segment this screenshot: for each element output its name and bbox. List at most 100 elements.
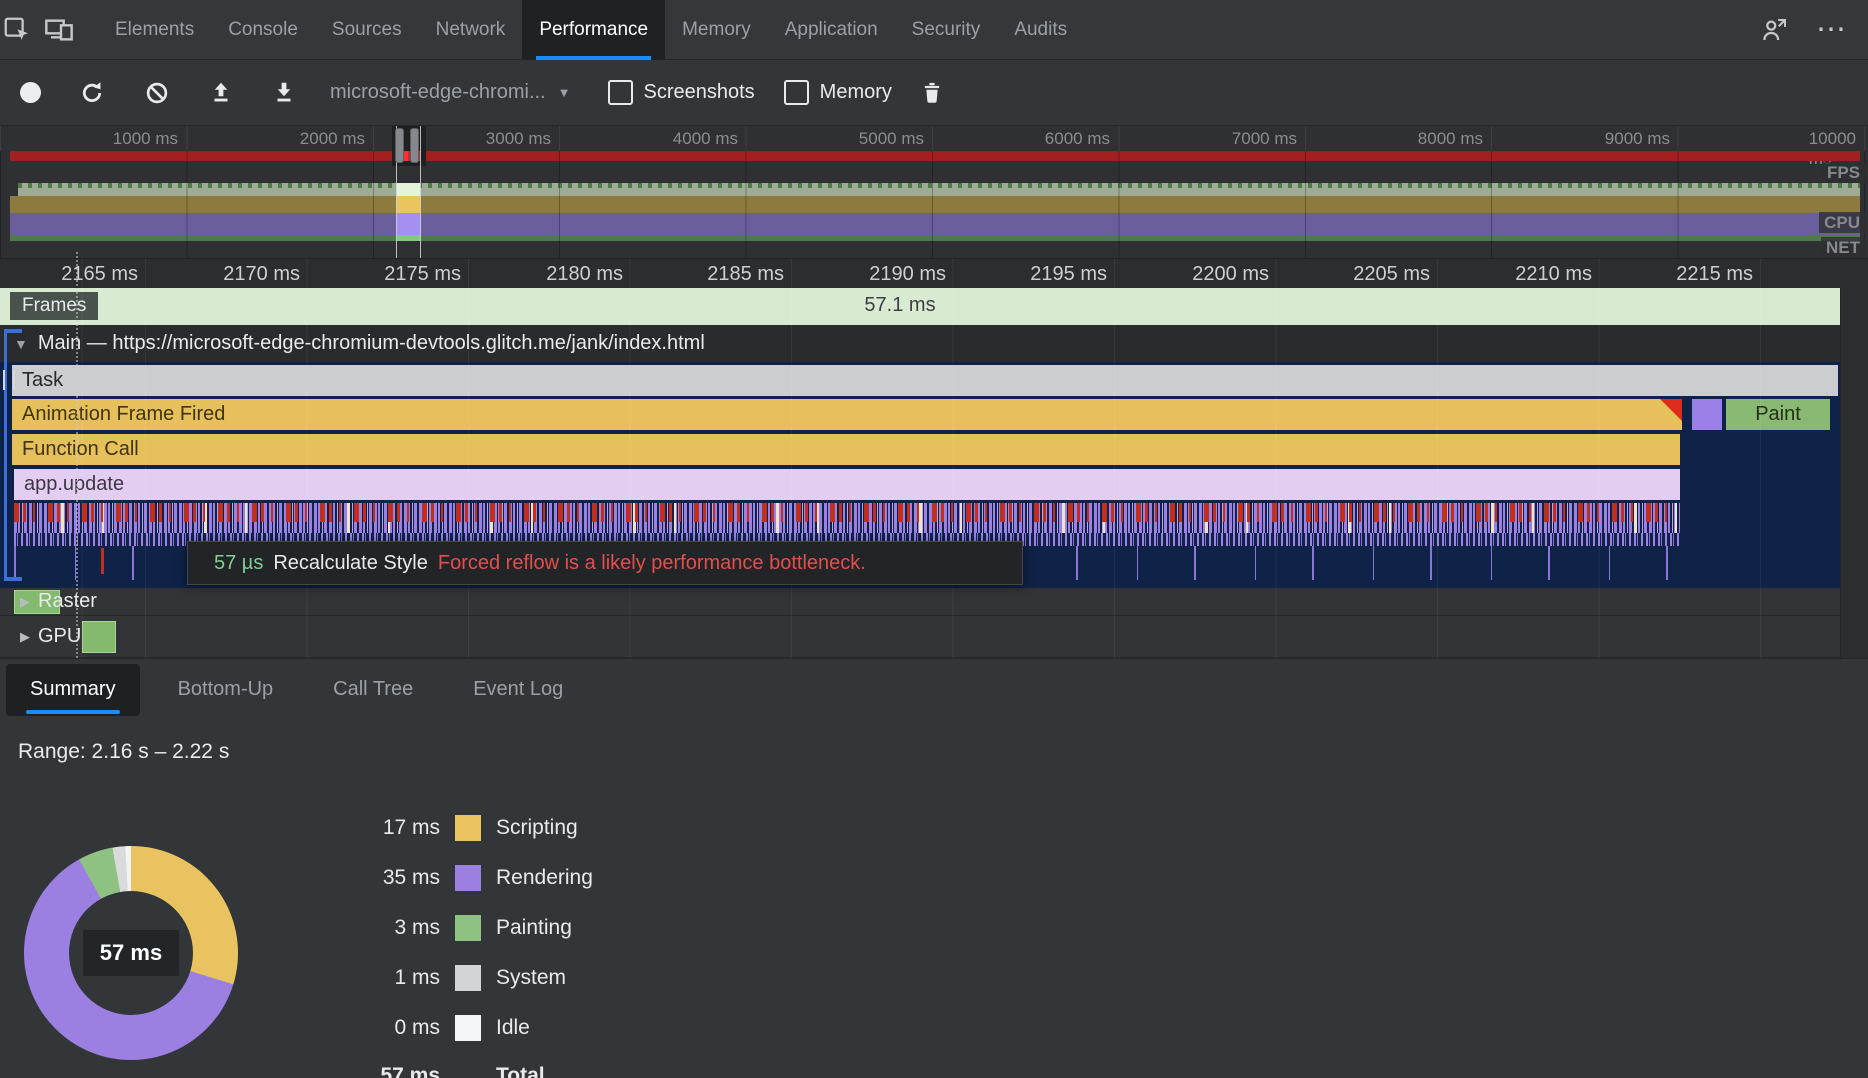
legend-row-rendering: 35 ms Rendering [370, 856, 593, 900]
tab-call-tree-label: Call Tree [333, 678, 413, 701]
load-profile-icon[interactable] [208, 80, 234, 106]
ruler-tick: 2205 ms [1353, 263, 1430, 286]
main-track-header[interactable]: ▼ Main — https://microsoft-edge-chromium… [0, 325, 1840, 362]
event-tooltip: 57 µs Recalculate Style Forced reflow is… [187, 541, 1023, 585]
frame-duration: 57.1 ms [820, 294, 980, 317]
tab-memory[interactable]: Memory [665, 0, 768, 60]
ruler-tick: 2175 ms [384, 263, 461, 286]
legend-row-total: 57 ms Total [370, 1054, 545, 1078]
reload-and-profile-icon[interactable] [78, 79, 106, 107]
overview-band-gridlines [0, 151, 1868, 258]
selection-left-handle[interactable] [395, 128, 404, 163]
overview-tick: 1000 ms [113, 129, 178, 149]
tab-network-label: Network [436, 19, 506, 41]
legend-value: 17 ms [370, 816, 440, 840]
tab-network[interactable]: Network [419, 0, 523, 60]
gpu-track-label: GPU [38, 625, 81, 648]
painting-swatch [455, 915, 481, 941]
profile-select[interactable]: microsoft-edge-chromi... ▼ [330, 81, 571, 104]
remote-devices-icon[interactable] [1760, 15, 1790, 45]
overview-tick: 7000 ms [1232, 129, 1297, 149]
track-grip-icon [3, 370, 15, 390]
memory-checkbox[interactable] [784, 80, 809, 105]
app-update-label: app.update [14, 473, 124, 496]
legend-label: Painting [496, 916, 572, 940]
selection-right-handle[interactable] [410, 128, 419, 163]
legend-value: 0 ms [370, 1016, 440, 1040]
paint-bar[interactable]: Paint [1726, 399, 1830, 430]
rendering-block[interactable] [1692, 399, 1722, 430]
ruler-tick: 2195 ms [1030, 263, 1107, 286]
memory-option: Memory [784, 80, 892, 105]
net-label: NET [1821, 237, 1865, 258]
tab-console[interactable]: Console [211, 0, 315, 60]
donut-total-chip: 57 ms [83, 930, 179, 976]
selection-right-edge[interactable] [420, 126, 421, 258]
collapse-triangle-icon[interactable]: ▼ [14, 336, 28, 352]
idle-swatch [455, 1015, 481, 1041]
device-toolbar-icon[interactable] [42, 0, 76, 60]
chevron-down-icon: ▼ [558, 85, 571, 100]
overview-tick: 5000 ms [859, 129, 924, 149]
recalc-red-pattern [14, 503, 1680, 522]
gpu-collapse-icon[interactable]: ▶ [20, 629, 30, 645]
summary-pane: Range: 2.16 s – 2.22 s 57 ms 17 ms Scrip… [0, 718, 1868, 1078]
tab-performance[interactable]: Performance [522, 0, 665, 60]
screenshots-checkbox[interactable] [608, 80, 633, 105]
clear-recording-icon[interactable] [143, 79, 171, 107]
tooltip-event-name: Recalculate Style [273, 552, 428, 575]
tab-elements-label: Elements [115, 19, 194, 41]
scrollbar-gutter[interactable] [1840, 288, 1868, 658]
selection-bracket-bottom [4, 577, 22, 581]
gpu-track[interactable]: ▶ GPU [0, 616, 1840, 658]
app-update-bar[interactable]: app.update [14, 469, 1680, 500]
raster-collapse-icon[interactable]: ▶ [20, 594, 30, 610]
legend-row-scripting: 17 ms Scripting [370, 806, 578, 850]
timeline-overview: 1000 ms 2000 ms 3000 ms 4000 ms 5000 ms … [0, 126, 1868, 258]
tab-audits-label: Audits [1014, 19, 1067, 41]
tab-bottom-up[interactable]: Bottom-Up [154, 664, 298, 716]
garbage-collect-icon[interactable] [919, 80, 945, 106]
rendering-swatch [455, 865, 481, 891]
tab-elements[interactable]: Elements [98, 0, 211, 60]
frames-track[interactable]: Frames 57.1 ms [0, 288, 1840, 325]
overflow-menu-icon[interactable]: ⋯ [1816, 15, 1846, 45]
paint-label: Paint [1755, 403, 1801, 426]
recalculate-style-events-row[interactable] [14, 503, 1680, 533]
tab-summary[interactable]: Summary [6, 664, 140, 716]
animation-frame-fired-bar[interactable]: Animation Frame Fired [12, 399, 1682, 430]
screenshots-label: Screenshots [644, 81, 755, 104]
legend-row-system: 1 ms System [370, 956, 566, 1000]
tab-application-label: Application [785, 19, 878, 41]
tab-event-log[interactable]: Event Log [449, 664, 587, 716]
forced-reflow-tick [101, 548, 104, 574]
tab-sources[interactable]: Sources [315, 0, 419, 60]
save-profile-icon[interactable] [271, 80, 297, 106]
function-call-bar[interactable]: Function Call [12, 434, 1680, 465]
legend-value: 1 ms [370, 966, 440, 990]
raster-track[interactable]: ▶ Raster [0, 588, 1840, 616]
overview-tick: 2000 ms [300, 129, 365, 149]
selection-fps [397, 183, 420, 196]
scripting-swatch [455, 815, 481, 841]
legend-total-label: Total [496, 1064, 545, 1078]
tab-security[interactable]: Security [895, 0, 998, 60]
tab-audits[interactable]: Audits [997, 0, 1084, 60]
task-bar[interactable]: Task [12, 365, 1838, 396]
ruler-tick: 2170 ms [223, 263, 300, 286]
tab-application[interactable]: Application [768, 0, 895, 60]
legend-label: System [496, 966, 566, 990]
ruler-tick: 2180 ms [546, 263, 623, 286]
overview-tick: 8000 ms [1418, 129, 1483, 149]
tab-call-tree[interactable]: Call Tree [309, 664, 437, 716]
overview-tick: 9000 ms [1605, 129, 1670, 149]
task-label: Task [12, 369, 63, 392]
range-text: Range: 2.16 s – 2.22 s [18, 740, 229, 764]
time-breakdown-donut: 57 ms [24, 846, 238, 1060]
record-button[interactable] [20, 82, 41, 103]
tab-console-label: Console [228, 19, 298, 41]
legend-label: Scripting [496, 816, 578, 840]
tabbar-right-controls: ⋯ [1760, 15, 1868, 45]
function-call-label: Function Call [12, 438, 139, 461]
inspect-element-icon[interactable] [0, 0, 34, 60]
